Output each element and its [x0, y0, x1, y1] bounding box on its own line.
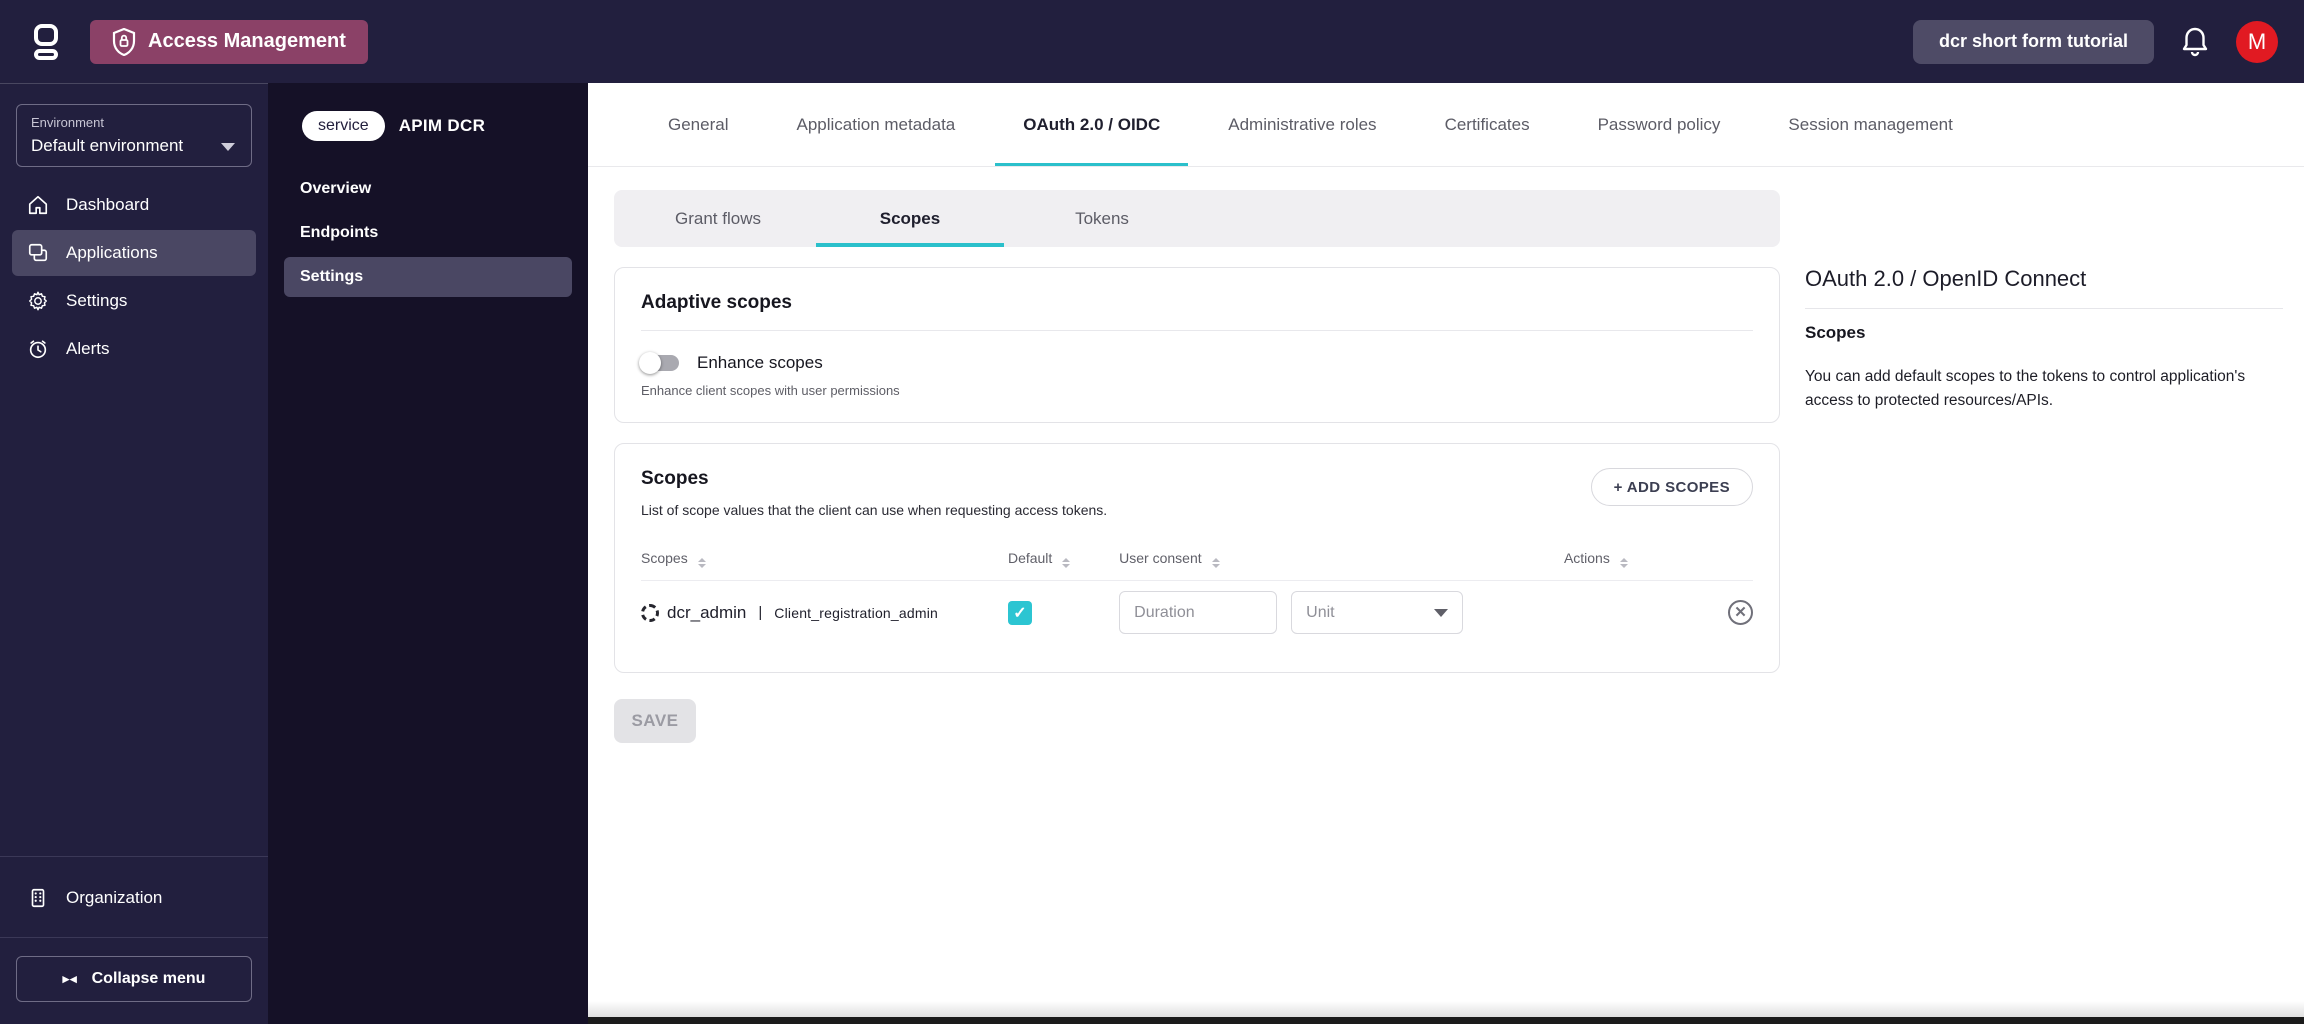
- column-header-user-consent[interactable]: User consent: [1119, 536, 1564, 581]
- context-button[interactable]: dcr short form tutorial: [1912, 19, 2154, 64]
- sort-icon: [1211, 558, 1220, 568]
- tab-general[interactable]: General: [634, 83, 762, 166]
- bottom-bar: [400, 1017, 2304, 1024]
- sidebar-item-label: Applications: [66, 243, 158, 262]
- scope-icon: [641, 603, 659, 622]
- app-sidebar-item-overview[interactable]: Overview: [284, 169, 572, 209]
- access-management-badge[interactable]: Access Management: [90, 19, 368, 64]
- scope-name: Client_registration_admin: [774, 604, 939, 621]
- home-icon: [26, 193, 50, 217]
- tab-application-metadata[interactable]: Application metadata: [762, 83, 989, 166]
- enhance-scopes-toggle[interactable]: [639, 352, 679, 374]
- column-header-actions[interactable]: Actions: [1563, 536, 1753, 581]
- sidebar-item-applications[interactable]: Applications: [12, 230, 256, 276]
- scope-separator: |: [758, 604, 763, 621]
- unit-select[interactable]: Unit: [1291, 591, 1464, 634]
- sort-icon: [697, 558, 706, 568]
- tab-password-policy[interactable]: Password policy: [1564, 83, 1755, 166]
- app-name: APIM DCR: [398, 116, 486, 135]
- scopes-title: Scopes: [641, 468, 709, 489]
- sidebar-item-label: Settings: [66, 291, 128, 310]
- organization-building-icon: [26, 886, 50, 910]
- enhance-scopes-label: Enhance scopes: [697, 353, 823, 372]
- unit-select-value: Unit: [1306, 603, 1335, 621]
- help-divider: [1805, 308, 2283, 309]
- chevron-down-icon: [221, 143, 235, 151]
- gear-icon: [26, 289, 50, 313]
- scopes-card: Scopes List of scope values that the cli…: [614, 443, 1780, 673]
- bottom-shadow: [400, 1001, 2304, 1017]
- adaptive-scopes-title: Adaptive scopes: [641, 292, 792, 313]
- subtab-grant-flows[interactable]: Grant flows: [622, 190, 814, 247]
- topbar: Access Management dcr short form tutoria…: [0, 0, 2304, 83]
- remove-scope-icon[interactable]: ✕: [1728, 600, 1753, 625]
- card-divider: [641, 330, 1753, 331]
- gravitee-logo-icon[interactable]: [26, 18, 66, 66]
- app-sidebar-item-settings[interactable]: Settings: [284, 257, 572, 297]
- environment-select-value: Default environment: [31, 136, 184, 155]
- subtab-scopes[interactable]: Scopes: [814, 190, 1006, 247]
- table-row-dcr-admin: dcr_admin | Client_registration_admin ✓: [641, 581, 1753, 649]
- access-management-app: Access Management dcr short form tutoria…: [0, 0, 2304, 1024]
- sort-icon: [1619, 558, 1628, 568]
- scopes-table: Scopes Default User consent Actions dcr_…: [641, 536, 1753, 648]
- sidebar-item-label: Organization: [66, 888, 163, 907]
- sidebar-item-settings[interactable]: Settings: [12, 278, 256, 324]
- tab-administrative-roles[interactable]: Administrative roles: [1194, 83, 1410, 166]
- main-content: General Application metadata OAuth 2.0 /…: [588, 83, 2304, 1024]
- chevron-down-icon: [1434, 608, 1449, 617]
- environment-sidebar: Environment Default environment Dashboar…: [0, 83, 268, 1024]
- tab-oauth-oidc[interactable]: OAuth 2.0 / OIDC: [989, 83, 1194, 166]
- help-panel-title: OAuth 2.0 / OpenID Connect: [1805, 266, 2087, 291]
- alarm-clock-icon: [26, 337, 50, 361]
- sidebar-item-label: Dashboard: [66, 195, 150, 214]
- environment-select-label: Environment: [31, 115, 104, 130]
- oauth-content: Grant flows Scopes Tokens Adaptive scope…: [614, 190, 1780, 743]
- column-header-scopes[interactable]: Scopes: [641, 536, 1008, 581]
- duration-input[interactable]: [1119, 591, 1278, 634]
- sidebar-item-organization[interactable]: Organization: [12, 875, 256, 921]
- scope-key: dcr_admin: [667, 602, 747, 622]
- tab-certificates[interactable]: Certificates: [1411, 83, 1564, 166]
- default-scope-checkbox[interactable]: ✓: [1007, 600, 1032, 625]
- applications-icon: [26, 241, 50, 265]
- user-avatar[interactable]: M: [2236, 20, 2278, 63]
- help-panel-subtitle: Scopes: [1805, 323, 1866, 342]
- scopes-description: List of scope values that the client can…: [641, 502, 1108, 518]
- application-header: service APIM DCR: [268, 83, 588, 165]
- app-type-chip: service: [302, 111, 385, 141]
- collapse-icon: ▸◂: [62, 971, 78, 986]
- app-sidebar-item-endpoints[interactable]: Endpoints: [284, 213, 572, 253]
- application-sidebar: service APIM DCR Overview Endpoints Sett…: [268, 83, 588, 1024]
- collapse-menu-button[interactable]: ▸◂ Collapse menu: [16, 956, 252, 1002]
- enhance-scopes-helper: Enhance client scopes with user permissi…: [641, 383, 900, 398]
- column-header-default[interactable]: Default: [1007, 536, 1120, 581]
- notifications-bell-icon[interactable]: [2180, 26, 2210, 58]
- shield-lock-icon: [112, 27, 136, 56]
- sidebar-item-alerts[interactable]: Alerts: [12, 326, 256, 372]
- collapse-menu-label: Collapse menu: [91, 970, 206, 987]
- sidebar-item-dashboard[interactable]: Dashboard: [12, 182, 256, 228]
- sort-icon: [1062, 558, 1071, 568]
- settings-tabs: General Application metadata OAuth 2.0 /…: [588, 83, 2304, 167]
- sidebar-item-label: Alerts: [66, 339, 110, 358]
- subtab-tokens[interactable]: Tokens: [1006, 190, 1198, 247]
- add-scopes-button[interactable]: + ADD SCOPES: [1590, 468, 1753, 506]
- help-panel-body: You can add default scopes to the tokens…: [1805, 368, 2246, 410]
- help-panel: OAuth 2.0 / OpenID Connect Scopes You ca…: [1805, 266, 2283, 413]
- save-button[interactable]: SAVE: [614, 699, 696, 743]
- environment-select[interactable]: Environment Default environment: [16, 104, 252, 167]
- tab-session-management[interactable]: Session management: [1754, 83, 1986, 166]
- sidebar-divider: [0, 856, 268, 857]
- oauth-subtabs: Grant flows Scopes Tokens: [614, 190, 1780, 247]
- topbar-right: dcr short form tutorial M: [1912, 19, 2278, 64]
- product-badge-label: Access Management: [148, 30, 346, 52]
- adaptive-scopes-card: Adaptive scopes Enhance scopes Enhance c…: [614, 267, 1780, 423]
